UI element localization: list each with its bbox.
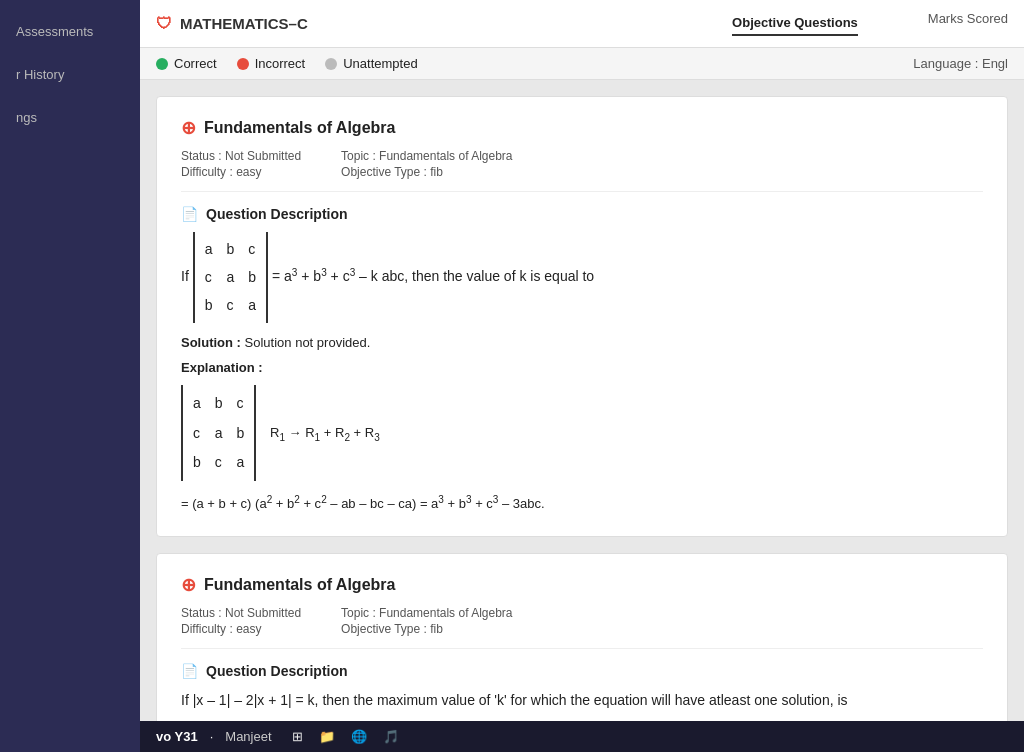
q1-explanation-result: = (a + b + c) (a2 + b2 + c2 – ab – bc – … <box>181 491 983 516</box>
q1-meta-right: Topic : Fundamentals of Algebra Objectiv… <box>341 149 512 179</box>
sidebar: Assessments r History ngs <box>0 0 140 752</box>
q2-topic: Topic : Fundamentals of Algebra <box>341 606 512 620</box>
q2-meta-left: Status : Not Submitted Difficulty : easy <box>181 606 301 636</box>
q1-title: Fundamentals of Algebra <box>204 119 395 137</box>
unattempted-label: Unattempted <box>343 56 417 71</box>
language-selector[interactable]: Language : Engl <box>913 56 1008 71</box>
unattempted-dot <box>325 58 337 70</box>
q1-divider <box>181 191 983 192</box>
q2-icon: ⊕ <box>181 574 196 596</box>
sidebar-item-assessments[interactable]: Assessments <box>0 10 140 53</box>
row-operation: R1 → R1 + R2 + R3 <box>270 425 380 440</box>
q1-meta: Status : Not Submitted Difficulty : easy… <box>181 149 983 179</box>
q1-header: ⊕ Fundamentals of Algebra <box>181 117 983 139</box>
shield-icon: 🛡 <box>156 15 172 33</box>
legend-bar: Correct Incorrect Unattempted Language :… <box>140 48 1024 80</box>
q2-doc-icon: 📄 <box>181 663 198 679</box>
legend-unattempted: Unattempted <box>325 56 417 71</box>
incorrect-label: Incorrect <box>255 56 306 71</box>
q2-divider <box>181 648 983 649</box>
q1-exp-matrix-grid: abc cab bca <box>181 385 256 481</box>
correct-label: Correct <box>174 56 217 71</box>
q1-question-text: If abc cab bca = a3 + b3 + c3 – k abc, t… <box>181 232 983 323</box>
q1-exp-matrix: abc cab bca <box>181 385 256 481</box>
q2-title: Fundamentals of Algebra <box>204 576 395 594</box>
q1-objective-type: Objective Type : fib <box>341 165 512 179</box>
q1-status: Status : Not Submitted <box>181 149 301 163</box>
q2-objective-type: Objective Type : fib <box>341 622 512 636</box>
bottom-user: Manjeet <box>225 729 271 744</box>
language-separator: : <box>975 56 982 71</box>
q1-explanation-matrix: abc cab bca R1 → R1 + R2 + R3 <box>181 385 983 481</box>
doc-icon: 📄 <box>181 206 198 222</box>
q1-topic: Topic : Fundamentals of Algebra <box>341 149 512 163</box>
main-content: 🛡 MATHEMATICS–C Objective Questions Mark… <box>140 0 1024 752</box>
q1-icon: ⊕ <box>181 117 196 139</box>
header-tabs: Objective Questions Marks Scored <box>732 11 1008 36</box>
legend-incorrect: Incorrect <box>237 56 306 71</box>
q1-section-title: 📄 Question Description <box>181 206 983 222</box>
q1-matrix-grid: abc cab bca <box>193 232 268 323</box>
content-area: ⊕ Fundamentals of Algebra Status : Not S… <box>140 80 1024 721</box>
q2-section-title: 📄 Question Description <box>181 663 983 679</box>
language-label: Language <box>913 56 971 71</box>
language-value: Engl <box>982 56 1008 71</box>
legend-correct: Correct <box>156 56 217 71</box>
q2-meta: Status : Not Submitted Difficulty : easy… <box>181 606 983 636</box>
subject-title: MATHEMATICS–C <box>180 15 308 32</box>
q1-explanation: Explanation : abc cab bca R1 → R1 + R2 +… <box>181 360 983 515</box>
correct-dot <box>156 58 168 70</box>
sidebar-item-history[interactable]: r History <box>0 53 140 96</box>
bottom-logo: vo Y31 <box>156 729 198 744</box>
sidebar-item-ngs[interactable]: ngs <box>0 96 140 139</box>
bottom-bar: vo Y31 · Manjeet ⊞ 📁 🌐 🎵 <box>140 721 1024 752</box>
q1-matrix: abc cab bca <box>193 232 268 323</box>
header-bar: 🛡 MATHEMATICS–C Objective Questions Mark… <box>140 0 1024 48</box>
question-card-2: ⊕ Fundamentals of Algebra Status : Not S… <box>156 553 1008 721</box>
tab-marks-scored[interactable]: Marks Scored <box>928 11 1008 36</box>
q1-solution: Solution : Solution not provided. <box>181 335 983 350</box>
q2-question-text: If |x – 1| – 2|x + 1| = k, then the maxi… <box>181 689 983 713</box>
q2-difficulty: Difficulty : easy <box>181 622 301 636</box>
tab-objective-questions[interactable]: Objective Questions <box>732 11 858 36</box>
header-title: 🛡 MATHEMATICS–C <box>156 15 308 33</box>
incorrect-dot <box>237 58 249 70</box>
q2-header: ⊕ Fundamentals of Algebra <box>181 574 983 596</box>
question-card-1: ⊕ Fundamentals of Algebra Status : Not S… <box>156 96 1008 537</box>
q1-meta-left: Status : Not Submitted Difficulty : easy <box>181 149 301 179</box>
q2-status: Status : Not Submitted <box>181 606 301 620</box>
q2-meta-right: Topic : Fundamentals of Algebra Objectiv… <box>341 606 512 636</box>
q1-difficulty: Difficulty : easy <box>181 165 301 179</box>
